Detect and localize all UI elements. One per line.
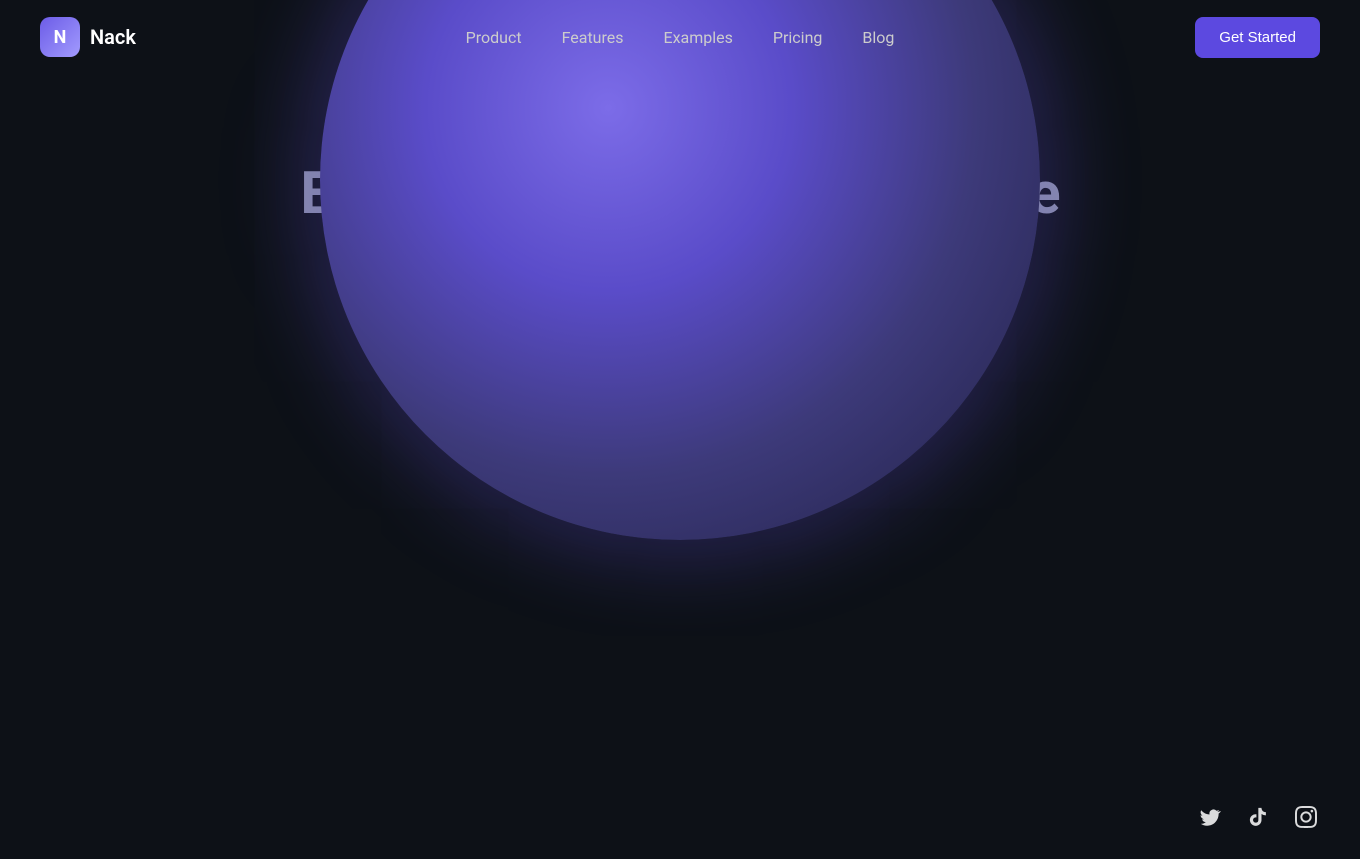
logo-link[interactable]: N Nack [40, 17, 136, 57]
logo-text: Nack [90, 25, 136, 49]
orb-decoration [320, 0, 1040, 540]
nav-link-blog[interactable]: Blog [862, 28, 894, 47]
nav-item-pricing[interactable]: Pricing [773, 28, 823, 47]
nav-link-pricing[interactable]: Pricing [773, 28, 823, 47]
nav-get-started-button[interactable]: Get Started [1195, 17, 1320, 58]
navbar: N Nack Product Features Examples Pricing… [0, 0, 1360, 74]
nav-item-features[interactable]: Features [562, 28, 624, 47]
twitter-svg [1199, 806, 1221, 828]
logo-icon-letter: N [54, 27, 67, 48]
social-icons [1196, 803, 1320, 831]
nav-link-examples[interactable]: Examples [664, 28, 733, 47]
nav-link-product[interactable]: Product [466, 28, 522, 47]
tiktok-svg [1247, 806, 1269, 828]
instagram-svg [1295, 806, 1317, 828]
nav-item-product[interactable]: Product [466, 28, 522, 47]
orb-circle [320, 0, 1040, 540]
nav-link-features[interactable]: Features [562, 28, 624, 47]
logo-icon: N [40, 17, 80, 57]
instagram-icon[interactable] [1292, 803, 1320, 831]
nav-item-blog[interactable]: Blog [862, 28, 894, 47]
nav-links: Product Features Examples Pricing Blog [466, 28, 895, 47]
nav-item-examples[interactable]: Examples [664, 28, 733, 47]
tiktok-icon[interactable] [1244, 803, 1272, 831]
twitter-icon[interactable] [1196, 803, 1224, 831]
